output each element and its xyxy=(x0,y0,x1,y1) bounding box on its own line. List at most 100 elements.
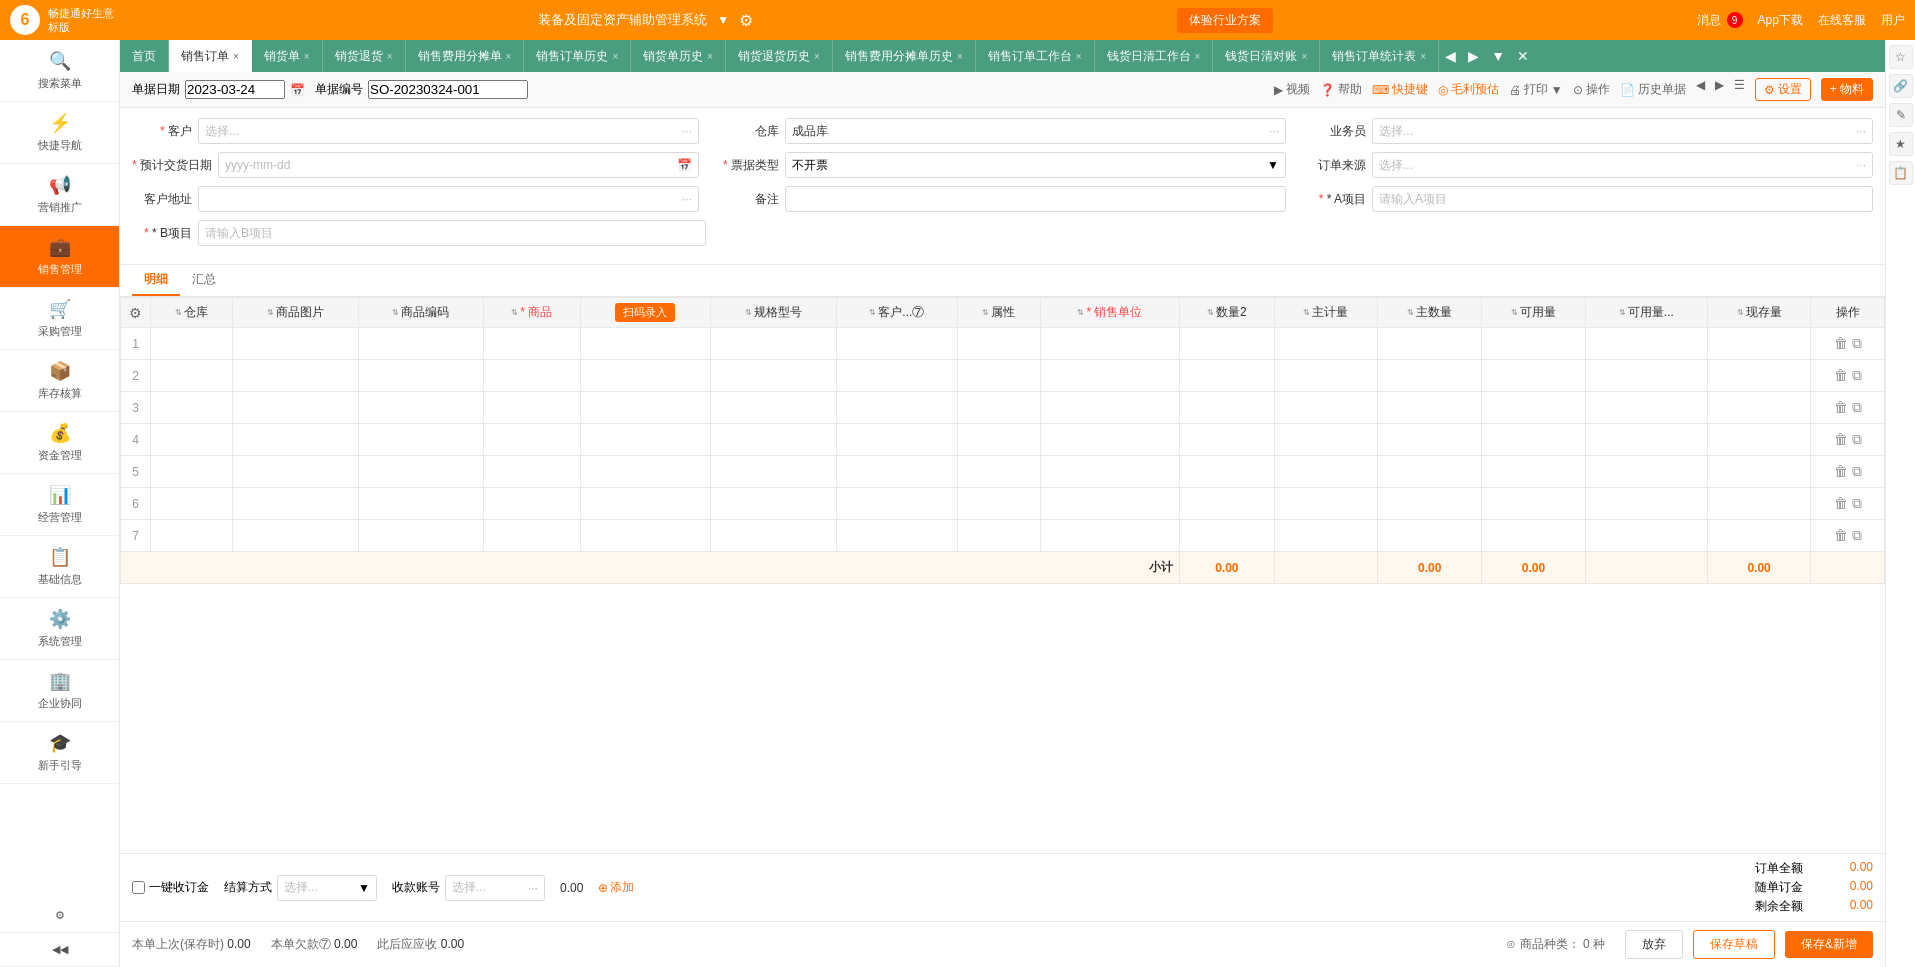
col-customer-code[interactable]: ⇅ 客户...⑦ xyxy=(836,298,958,328)
float-btn-2[interactable]: 🔗 xyxy=(1889,74,1913,98)
operation-btn[interactable]: ⊙ 操作 xyxy=(1573,78,1610,101)
row-spec-7[interactable] xyxy=(711,520,836,552)
customer-input[interactable]: 选择... ··· xyxy=(198,118,699,144)
row-mqty-4[interactable] xyxy=(1378,424,1482,456)
row-product-2[interactable] xyxy=(483,360,580,392)
save-new-button[interactable]: 保存&新增 xyxy=(1785,931,1873,958)
row-attr-7[interactable] xyxy=(958,520,1040,552)
row-code-1[interactable] xyxy=(358,328,483,360)
copy-icon-4[interactable]: ⧉ xyxy=(1852,431,1862,448)
row-warehouse-2[interactable] xyxy=(151,360,233,392)
row-attr-1[interactable] xyxy=(958,328,1040,360)
tab-sales-order-history[interactable]: 销售订单历史 × xyxy=(524,40,631,72)
copy-icon-3[interactable]: ⧉ xyxy=(1852,399,1862,416)
preview-btn[interactable]: ▶ 视频 xyxy=(1274,78,1310,101)
row-ccode-1[interactable] xyxy=(836,328,958,360)
delete-icon-6[interactable]: 🗑 xyxy=(1834,495,1848,512)
delete-icon-2[interactable]: 🗑 xyxy=(1834,367,1848,384)
row-warehouse-1[interactable] xyxy=(151,328,233,360)
sidebar-settings-btn[interactable]: ⚙ xyxy=(0,899,119,933)
order-source-more-btn[interactable]: ··· xyxy=(1856,158,1866,172)
gear-icon[interactable]: ⚙ xyxy=(129,305,142,321)
tab-sales-expense[interactable]: 销售费用分摊单 × xyxy=(406,40,525,72)
tab-sales-stats[interactable]: 销售订单统计表 × xyxy=(1320,40,1439,72)
row-qty2-1[interactable] xyxy=(1180,328,1274,360)
row-mqty-6[interactable] xyxy=(1378,488,1482,520)
row-mqty-2[interactable] xyxy=(1378,360,1482,392)
nav-left-icon[interactable]: ◀ xyxy=(1696,78,1705,101)
tab-close-sales-bill[interactable]: × xyxy=(304,51,310,62)
tab-nav-right[interactable]: ▶ xyxy=(1462,40,1485,72)
float-btn-4[interactable]: ★ xyxy=(1889,132,1913,156)
delete-icon-1[interactable]: 🗑 xyxy=(1834,335,1848,352)
sidebar-item-search[interactable]: 🔍 搜索菜单 xyxy=(0,40,119,102)
tab-close-all[interactable]: ✕ xyxy=(1511,40,1535,72)
row-code-3[interactable] xyxy=(358,392,483,424)
row-qty2-6[interactable] xyxy=(1180,488,1274,520)
delete-icon-7[interactable]: 🗑 xyxy=(1834,527,1848,544)
address-more-btn[interactable]: ··· xyxy=(682,192,692,206)
delete-icon-4[interactable]: 🗑 xyxy=(1834,431,1848,448)
payment-method-select[interactable]: 选择... ▼ xyxy=(277,875,377,901)
copy-icon-7[interactable]: ⧉ xyxy=(1852,527,1862,544)
row-unit-3[interactable] xyxy=(1040,392,1180,424)
col-main-qty[interactable]: ⇅ 主数量 xyxy=(1378,298,1482,328)
col-qty2[interactable]: ⇅ 数量2 xyxy=(1180,298,1274,328)
tab-sales-return[interactable]: 销货退货 × xyxy=(323,40,406,72)
row-warehouse-5[interactable] xyxy=(151,456,233,488)
row-attr-2[interactable] xyxy=(958,360,1040,392)
list-view-icon[interactable]: ☰ xyxy=(1734,78,1745,101)
row-code-6[interactable] xyxy=(358,488,483,520)
col-product[interactable]: ⇅ * 商品 xyxy=(483,298,580,328)
row-warehouse-3[interactable] xyxy=(151,392,233,424)
row-product-6[interactable] xyxy=(483,488,580,520)
row-spec-3[interactable] xyxy=(711,392,836,424)
row-mqty-5[interactable] xyxy=(1378,456,1482,488)
plan-button[interactable]: 体验行业方案 xyxy=(1177,8,1273,33)
col-gear[interactable]: ⚙ xyxy=(121,298,151,328)
delete-icon-3[interactable]: 🗑 xyxy=(1834,399,1848,416)
sidebar-item-enterprise[interactable]: 🏢 企业协同 xyxy=(0,660,119,722)
help-btn[interactable]: ❓ 帮助 xyxy=(1320,78,1362,101)
row-code-7[interactable] xyxy=(358,520,483,552)
tab-close-sales-bill-history[interactable]: × xyxy=(707,51,713,62)
add-btn[interactable]: ⊕ 添加 xyxy=(598,879,634,896)
b-project-input[interactable]: 请输入B项目 xyxy=(198,220,706,246)
row-warehouse-4[interactable] xyxy=(151,424,233,456)
tab-home[interactable]: 首页 xyxy=(120,40,169,72)
row-code-4[interactable] xyxy=(358,424,483,456)
row-ccode-6[interactable] xyxy=(836,488,958,520)
user-menu[interactable]: 用户 xyxy=(1881,12,1905,29)
row-spec-1[interactable] xyxy=(711,328,836,360)
sidebar-item-operations[interactable]: 📊 经营管理 xyxy=(0,474,119,536)
row-ccode-3[interactable] xyxy=(836,392,958,424)
tab-nav-left[interactable]: ◀ xyxy=(1439,40,1462,72)
tab-cash-reconcile[interactable]: 钱货日清对账 × xyxy=(1213,40,1320,72)
warehouse-more-btn[interactable]: ··· xyxy=(1269,124,1279,138)
float-btn-3[interactable]: ✎ xyxy=(1889,103,1913,127)
tab-cash-workbench[interactable]: 钱货日清工作台 × xyxy=(1095,40,1214,72)
warehouse-input[interactable]: 成品库 ··· xyxy=(785,118,1286,144)
row-product-7[interactable] xyxy=(483,520,580,552)
row-attr-5[interactable] xyxy=(958,456,1040,488)
row-ccode-5[interactable] xyxy=(836,456,958,488)
shortcut-btn[interactable]: ⌨ 快捷键 xyxy=(1372,78,1428,101)
sidebar-item-finance[interactable]: 💰 资金管理 xyxy=(0,412,119,474)
row-unit-5[interactable] xyxy=(1040,456,1180,488)
row-product-3[interactable] xyxy=(483,392,580,424)
sidebar-item-quicknav[interactable]: ⚡ 快捷导航 xyxy=(0,102,119,164)
tab-close-sales-order[interactable]: × xyxy=(233,51,239,62)
float-btn-1[interactable]: ☆ xyxy=(1889,45,1913,69)
row-unit-4[interactable] xyxy=(1040,424,1180,456)
print-dropdown-icon[interactable]: ▼ xyxy=(1551,83,1563,97)
detail-tab-summary[interactable]: 汇总 xyxy=(180,265,228,296)
row-attr-3[interactable] xyxy=(958,392,1040,424)
col-main-unit[interactable]: ⇅ 主计量 xyxy=(1274,298,1378,328)
customer-address-input[interactable]: ··· xyxy=(198,186,699,212)
add-material-btn[interactable]: + 物料 xyxy=(1821,78,1873,101)
copy-icon-1[interactable]: ⧉ xyxy=(1852,335,1862,352)
sidebar-item-sales[interactable]: 💼 销售管理 xyxy=(0,226,119,288)
row-code-5[interactable] xyxy=(358,456,483,488)
tab-close-sales-return-history[interactable]: × xyxy=(814,51,820,62)
system-dropdown-icon[interactable]: ▼ xyxy=(717,13,729,27)
